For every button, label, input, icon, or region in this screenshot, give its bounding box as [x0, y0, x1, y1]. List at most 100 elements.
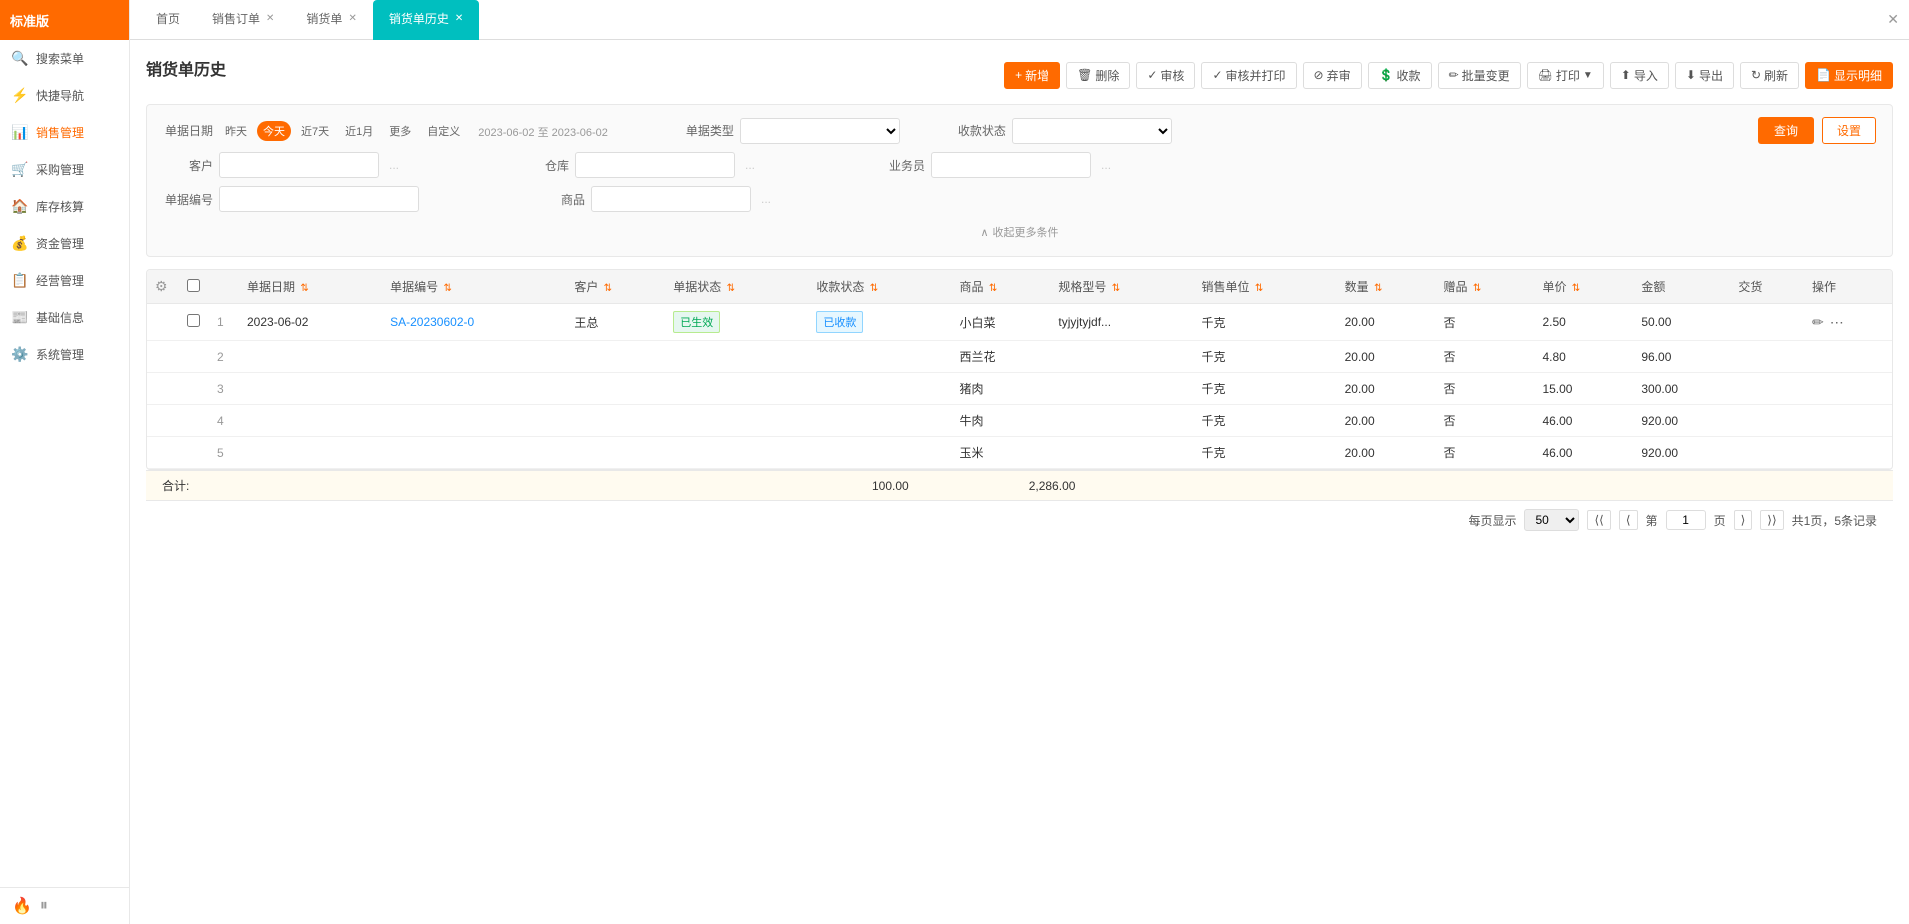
collapse-button[interactable]: ∧ 收起更多条件 [163, 220, 1876, 244]
table-gear-icon[interactable]: ⚙ [155, 278, 168, 294]
sidebar-item-basic-info[interactable]: 📰 基础信息 [0, 299, 129, 336]
more-icon[interactable]: ⋯ [1830, 314, 1844, 331]
cell-transaction [1730, 341, 1804, 373]
cell-action [1804, 373, 1892, 405]
cell-collect-status [808, 437, 951, 469]
sidebar-item-finance[interactable]: 💰 资金管理 [0, 225, 129, 262]
cell-unit: 千克 [1193, 405, 1336, 437]
tab-sales-order-close[interactable]: ✕ [266, 13, 274, 24]
date-tab-today[interactable]: 今天 [257, 121, 291, 141]
page-label-post: 页 [1714, 512, 1726, 529]
col-customer[interactable]: 客户 ⇅ [566, 270, 665, 304]
summary-row: 合计: 100.00 2,286.00 [146, 471, 1893, 501]
col-unit[interactable]: 销售单位 ⇅ [1193, 270, 1336, 304]
col-product[interactable]: 商品 ⇅ [951, 270, 1050, 304]
filter-warehouse-input[interactable] [575, 152, 735, 178]
filter-docno-input[interactable] [219, 186, 419, 212]
date-tab-more[interactable]: 更多 [383, 121, 417, 141]
col-doc-date[interactable]: 单据日期 ⇅ [239, 270, 382, 304]
print-button[interactable]: 🖨 打印 ▼ [1527, 62, 1604, 89]
col-action: 操作 [1804, 270, 1892, 304]
sidebar-bottom-icon2[interactable]: ⏸ [40, 897, 48, 915]
col-price[interactable]: 单价 ⇅ [1534, 270, 1633, 304]
col-doc-status[interactable]: 单据状态 ⇅ [665, 270, 808, 304]
col-unit-label: 销售单位 [1201, 280, 1249, 294]
tab-sales-delivery-close[interactable]: ✕ [348, 13, 356, 24]
col-spec[interactable]: 规格型号 ⇅ [1050, 270, 1193, 304]
sidebar-item-purchase[interactable]: 🛒 采购管理 [0, 151, 129, 188]
cell-qty: 20.00 [1337, 405, 1436, 437]
tab-home[interactable]: 首页 [140, 0, 196, 40]
col-doc-no[interactable]: 单据编号 ⇅ [382, 270, 566, 304]
query-button[interactable]: 查询 [1758, 117, 1814, 144]
cell-customer [566, 341, 665, 373]
pagination: 每页显示 50 100 200 ⟨⟨ ⟨ 第 页 ⟩ ⟩⟩ 共1页，5条记录 [146, 501, 1893, 539]
filter-customer-input[interactable] [219, 152, 379, 178]
cell-doc-date [239, 373, 382, 405]
tab-sales-order[interactable]: 销售订单 ✕ [196, 0, 290, 40]
cell-spec [1050, 341, 1193, 373]
date-tab-7days[interactable]: 近7天 [295, 121, 335, 141]
tab-bar-close[interactable]: ✕ [1887, 11, 1899, 28]
last-page-button[interactable]: ⟩⟩ [1760, 510, 1783, 530]
collect-button[interactable]: 💲 收款 [1368, 62, 1432, 89]
sidebar-bottom-icon1[interactable]: 🔥 [12, 896, 32, 916]
toolbar: + 新增 🗑 删除 ✓ 审核 ✓ 审核并打印 ⊘ 弃审 [1004, 62, 1893, 89]
tab-sales-history-close[interactable]: ✕ [455, 13, 463, 24]
audit-print-button[interactable]: ✓ 审核并打印 [1201, 62, 1296, 89]
filter-warehouse-item: 仓库 ... [519, 152, 759, 178]
sidebar-item-quick-nav[interactable]: ⚡ 快捷导航 [0, 77, 129, 114]
filter-collect-status-select[interactable] [1012, 118, 1172, 144]
sort-spec-icon: ⇅ [1112, 283, 1120, 294]
salesperson-dots[interactable]: ... [1097, 158, 1115, 172]
doc-no-link[interactable]: SA-20230602-0 [390, 315, 474, 329]
sidebar-item-search-menu[interactable]: 🔍 搜索菜单 [0, 40, 129, 77]
filter-date-label: 单据日期 [163, 122, 213, 139]
audit-button[interactable]: ✓ 审核 [1136, 62, 1195, 89]
page-number-input[interactable] [1666, 510, 1706, 530]
prev-page-button[interactable]: ⟨ [1619, 510, 1638, 530]
row-checkbox[interactable] [187, 314, 200, 327]
show-detail-button[interactable]: 📄 显示明细 [1805, 62, 1893, 89]
date-tab-yesterday[interactable]: 昨天 [219, 121, 253, 141]
cell-price: 46.00 [1534, 437, 1633, 469]
sidebar-item-inventory[interactable]: 🏠 库存核算 [0, 188, 129, 225]
edit-icon[interactable]: ✏ [1812, 314, 1824, 331]
sidebar-item-sales[interactable]: 📊 销售管理 [0, 114, 129, 151]
export-button[interactable]: ⬇ 导出 [1675, 62, 1734, 89]
first-page-button[interactable]: ⟨⟨ [1587, 510, 1610, 530]
date-tab-custom[interactable]: 自定义 [421, 121, 466, 141]
filter-salesperson-input[interactable] [931, 152, 1091, 178]
col-qty[interactable]: 数量 ⇅ [1337, 270, 1436, 304]
date-tab-1month[interactable]: 近1月 [339, 121, 379, 141]
warehouse-dots[interactable]: ... [741, 158, 759, 172]
import-button[interactable]: ⬆ 导入 [1610, 62, 1669, 89]
batch-change-button[interactable]: ✏ 批量变更 [1438, 62, 1521, 89]
filter-doc-type-select[interactable] [740, 118, 900, 144]
abandon-button[interactable]: ⊘ 弃审 [1303, 62, 1362, 89]
main-area: 首页 销售订单 ✕ 销货单 ✕ 销货单历史 ✕ ✕ 销货单历史 + 新增 [130, 0, 1909, 924]
cell-amount: 920.00 [1633, 405, 1730, 437]
cell-settings [147, 405, 179, 437]
select-all-checkbox[interactable] [187, 279, 200, 292]
header-actions: 销货单历史 + 新增 🗑 删除 ✓ 审核 ✓ 审核并打印 [146, 56, 1893, 94]
col-collect-status[interactable]: 收款状态 ⇅ [808, 270, 951, 304]
product-dots[interactable]: ... [757, 192, 775, 206]
new-button[interactable]: + 新增 [1004, 62, 1060, 89]
page-size-select[interactable]: 50 100 200 [1524, 509, 1579, 531]
cell-doc-date [239, 437, 382, 469]
refresh-button[interactable]: ↻ 刷新 [1740, 62, 1799, 89]
settings-button[interactable]: 设置 [1822, 117, 1876, 144]
customer-dots[interactable]: ... [385, 158, 403, 172]
filter-product-input[interactable] [591, 186, 751, 212]
sidebar-item-operations[interactable]: 📋 经营管理 [0, 262, 129, 299]
next-page-button[interactable]: ⟩ [1734, 510, 1753, 530]
sidebar-item-system[interactable]: ⚙️ 系统管理 [0, 336, 129, 373]
tab-sales-history[interactable]: 销货单历史 ✕ [373, 0, 479, 40]
table-row: 1 2023-06-02 SA-20230602-0 王总 已生效 已收款 小白… [147, 304, 1892, 341]
page-content: 销货单历史 + 新增 🗑 删除 ✓ 审核 ✓ 审核并打印 [130, 40, 1909, 924]
filter-collect-status-label: 收款状态 [956, 122, 1006, 139]
delete-button[interactable]: 🗑 删除 [1066, 62, 1130, 89]
tab-sales-delivery[interactable]: 销货单 ✕ [290, 0, 372, 40]
col-gift[interactable]: 赠品 ⇅ [1436, 270, 1535, 304]
